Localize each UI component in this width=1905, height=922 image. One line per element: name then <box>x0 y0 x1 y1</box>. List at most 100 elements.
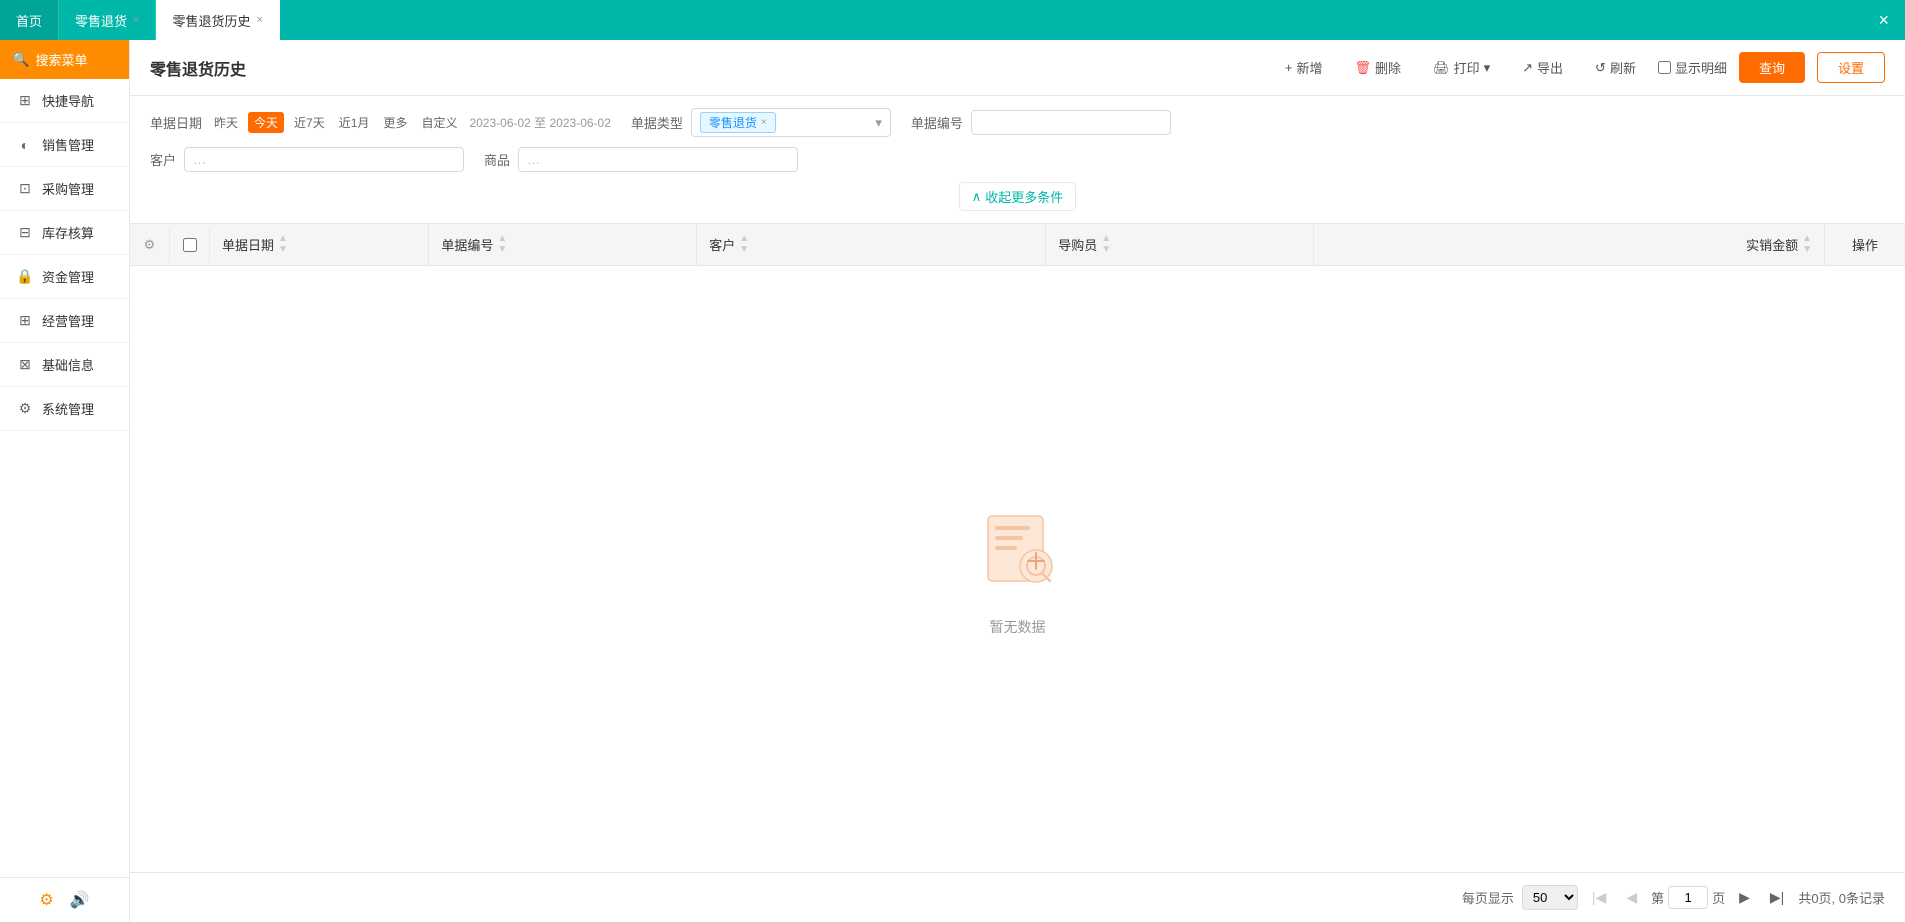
voucher-type-select[interactable]: 零售退货 × ▾ <box>691 108 891 137</box>
sidebar-search-label: 搜索菜单 <box>35 50 87 69</box>
voucher-no-input[interactable] <box>971 110 1171 135</box>
sidebar-search[interactable]: 🔍 搜索菜单 <box>0 40 129 79</box>
per-page-select[interactable]: 10 20 50 100 <box>1522 885 1578 910</box>
collapse-button[interactable]: ∧ 收起更多条件 <box>959 182 1077 211</box>
voucher-type-dropdown-icon[interactable]: ▾ <box>875 115 882 131</box>
customer-input[interactable]: … <box>184 147 464 172</box>
basic-icon: ⊠ <box>16 356 34 374</box>
prev-page-button[interactable]: ◀ <box>1620 887 1643 908</box>
delete-icon: 🗑 <box>1355 60 1372 76</box>
new-label: 新增 <box>1297 58 1323 77</box>
date-today[interactable]: 今天 <box>248 112 284 133</box>
guide-sort-icon[interactable]: ▲▼ <box>1101 234 1111 255</box>
settings-button[interactable]: 设置 <box>1817 52 1885 83</box>
date-custom[interactable]: 自定义 <box>417 112 461 133</box>
tab-home-label: 首页 <box>16 11 42 30</box>
delete-button[interactable]: 🗑 删除 <box>1345 54 1412 81</box>
table-col-date: 单据日期 ▲▼ <box>210 224 429 265</box>
table-col-amount-label: 实销金额 <box>1746 235 1798 254</box>
query-button[interactable]: 查询 <box>1739 52 1805 83</box>
next-page-button[interactable]: ▶ <box>1733 887 1756 908</box>
quick-nav-icon: ⊞ <box>16 92 34 110</box>
goods-input[interactable]: … <box>518 147 798 172</box>
voucher-type-tag-close[interactable]: × <box>761 117 767 128</box>
pagination-page: 第 页 <box>1651 886 1725 909</box>
print-label: 打印 <box>1454 58 1480 77</box>
select-all-checkbox[interactable] <box>183 238 197 252</box>
amount-sort-icon[interactable]: ▲▼ <box>1802 234 1812 255</box>
delete-label: 删除 <box>1375 58 1401 77</box>
new-icon: + <box>1285 60 1293 75</box>
new-button[interactable]: + 新增 <box>1275 54 1333 81</box>
main-layout: 🔍 搜索菜单 ⊞ 快捷导航 ◐ 销售管理 ⊡ 采购管理 ⊟ 库存核算 <box>0 40 1905 922</box>
tab-retail-return-history-label: 零售退货历史 <box>172 11 250 30</box>
date-more[interactable]: 更多 <box>379 112 411 133</box>
sidebar-item-sales[interactable]: ◐ 销售管理 <box>0 123 129 167</box>
tab-retail-return-label: 零售退货 <box>75 11 127 30</box>
sales-icon: ◐ <box>16 136 34 154</box>
tab-home[interactable]: 首页 <box>0 0 59 40</box>
export-label: 导出 <box>1537 58 1563 77</box>
first-page-button[interactable]: |◀ <box>1586 887 1612 908</box>
display-detail-checkbox[interactable] <box>1658 61 1671 74</box>
collapse-label: 收起更多条件 <box>985 187 1063 206</box>
window-close-button[interactable]: × <box>1862 10 1905 31</box>
refresh-icon: ↺ <box>1595 60 1606 76</box>
empty-text: 暂无数据 <box>990 617 1046 637</box>
table-area: ⚙ 单据日期 ▲▼ 单据编号 ▲▼ 客 <box>130 224 1905 872</box>
tab-retail-return[interactable]: 零售退货 × <box>59 0 156 40</box>
table-col-date-label: 单据日期 <box>222 235 274 254</box>
settings-col-icon: ⚙ <box>144 237 156 253</box>
table-col-voucher-no-label: 单据编号 <box>441 235 493 254</box>
refresh-label: 刷新 <box>1610 58 1636 77</box>
sidebar-item-purchase[interactable]: ⊡ 采购管理 <box>0 167 129 211</box>
search-icon: 🔍 <box>12 51 29 68</box>
page-input[interactable] <box>1668 886 1708 909</box>
tab-retail-return-history[interactable]: 零售退货历史 × <box>156 0 279 40</box>
voucher-type-tag-text: 零售退货 <box>709 114 757 131</box>
display-detail-label: 显示明细 <box>1675 58 1727 77</box>
customer-label: 客户 <box>150 150 176 169</box>
sidebar-item-basic[interactable]: ⊠ 基础信息 <box>0 343 129 387</box>
table-col-operation: 操作 <box>1825 225 1905 264</box>
table-col-checkbox <box>170 228 210 262</box>
sidebar-item-system[interactable]: ⚙ 系统管理 <box>0 387 129 431</box>
last-page-button[interactable]: ▶| <box>1764 887 1790 908</box>
voucher-no-sort-icon[interactable]: ▲▼ <box>497 234 507 255</box>
customer-sort-icon[interactable]: ▲▼ <box>739 234 749 255</box>
sidebar-item-operation[interactable]: ⊞ 经营管理 <box>0 299 129 343</box>
table-col-settings[interactable]: ⚙ <box>130 227 170 263</box>
filter-voucher-type: 单据类型 零售退货 × ▾ <box>631 108 891 137</box>
table-col-guide-label: 导购员 <box>1058 235 1097 254</box>
table-col-customer-label: 客户 <box>709 235 735 254</box>
date-yesterday[interactable]: 昨天 <box>210 112 242 133</box>
finance-icon: 🔒 <box>16 268 34 286</box>
sidebar-item-finance-label: 资金管理 <box>42 267 94 286</box>
tab-retail-return-close[interactable]: × <box>133 14 139 26</box>
display-detail-checkbox-label: 显示明细 <box>1658 58 1727 77</box>
goods-placeholder: … <box>527 152 540 167</box>
empty-icon <box>968 501 1068 601</box>
sidebar-item-quick-nav[interactable]: ⊞ 快捷导航 <box>0 79 129 123</box>
filter-voucher-no: 单据编号 <box>911 110 1171 135</box>
filter-goods: 商品 … <box>484 147 798 172</box>
filter-row-2: 客户 … 商品 … <box>150 147 1885 172</box>
sidebar-item-finance[interactable]: 🔒 资金管理 <box>0 255 129 299</box>
refresh-button[interactable]: ↺ 刷新 <box>1585 54 1646 81</box>
top-bar: 首页 零售退货 × 零售退货历史 × × <box>0 0 1905 40</box>
sidebar-item-inventory[interactable]: ⊟ 库存核算 <box>0 211 129 255</box>
date-7days[interactable]: 近7天 <box>290 112 329 133</box>
settings-icon[interactable]: ⚙ <box>39 890 53 910</box>
sound-icon[interactable]: 🔊 <box>70 890 90 910</box>
empty-state: 暂无数据 <box>130 266 1905 872</box>
tab-retail-return-history-close[interactable]: × <box>256 14 262 26</box>
date-1month[interactable]: 近1月 <box>335 112 374 133</box>
content-area: 零售退货历史 + 新增 🗑 删除 🖨 打印 ▾ ↗ 导出 <box>130 40 1905 922</box>
print-dropdown-icon: ▾ <box>1484 60 1491 76</box>
date-range-display: 2023-06-02 至 2023-06-02 <box>469 114 610 131</box>
print-button[interactable]: 🖨 打印 ▾ <box>1423 54 1500 81</box>
date-sort-icon[interactable]: ▲▼ <box>278 234 288 255</box>
header-actions: + 新增 🗑 删除 🖨 打印 ▾ ↗ 导出 ↺ 刷新 <box>1275 52 1885 83</box>
table-col-operation-label: 操作 <box>1852 235 1878 254</box>
export-button[interactable]: ↗ 导出 <box>1512 54 1573 81</box>
